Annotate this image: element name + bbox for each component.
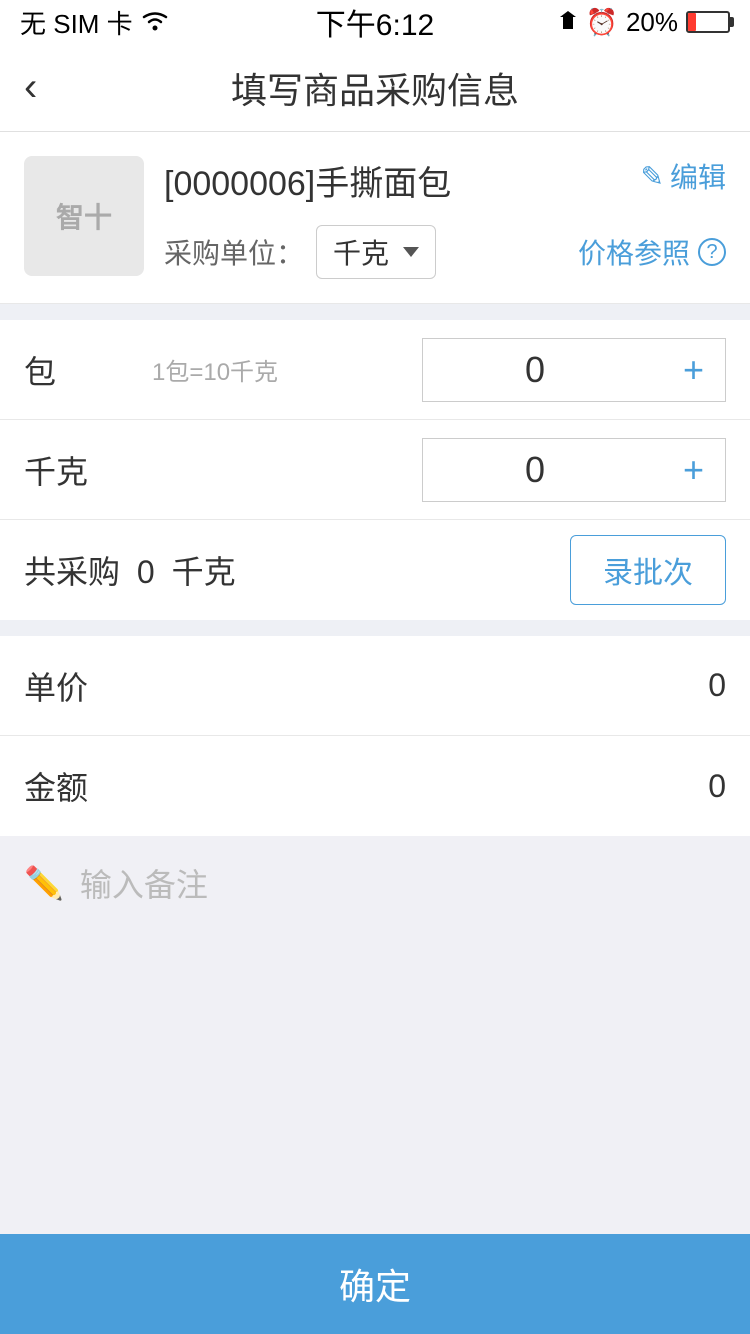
amount-row: 金额 0 — [0, 736, 750, 836]
remark-placeholder: 输入备注 — [80, 860, 208, 906]
edit-icon: ✎ — [641, 160, 664, 193]
separator-1 — [0, 304, 750, 320]
bag-sublabel: 1包=10千克 — [152, 352, 278, 387]
status-bar-left: 无 SIM 卡 — [20, 4, 169, 41]
bag-input-row: 包 1包=10千克 + — [0, 320, 750, 420]
total-value: 0 — [137, 554, 155, 590]
unit-select[interactable]: 千克 — [316, 225, 436, 279]
content-area — [0, 930, 750, 1230]
bag-plus-button[interactable]: + — [662, 338, 726, 402]
kg-plus-button[interactable]: + — [662, 438, 726, 502]
battery-percent: 20% — [626, 7, 678, 38]
product-header: [0000006]手撕面包 ✎ 编辑 — [164, 156, 726, 205]
bag-label: 包 — [24, 347, 144, 393]
kg-label: 千克 — [24, 447, 144, 493]
total-label: 共采购 0 千克 — [24, 547, 236, 593]
bag-quantity-input[interactable] — [422, 338, 662, 402]
status-bar-time: 下午6:12 — [316, 0, 434, 44]
unit-price-label: 单价 — [24, 663, 88, 709]
amount-label: 金额 — [24, 763, 88, 809]
status-bar: 无 SIM 卡 下午6:12 ⏰ 20% — [0, 0, 750, 44]
product-name: [0000006]手撕面包 — [164, 156, 641, 205]
edit-button[interactable]: ✎ 编辑 — [641, 156, 726, 196]
total-row: 共采购 0 千克 录批次 — [0, 520, 750, 620]
battery-icon — [686, 11, 730, 33]
unit-price-value: 0 — [708, 667, 726, 704]
product-info: [0000006]手撕面包 ✎ 编辑 采购单位： 千克 价格参照 ? — [164, 156, 726, 279]
back-button[interactable]: ‹ — [24, 65, 37, 110]
pencil-icon: ✏️ — [24, 864, 64, 902]
unit-price-row: 单价 0 — [0, 636, 750, 736]
wifi-icon — [141, 7, 169, 38]
product-card: 智十 [0000006]手撕面包 ✎ 编辑 采购单位： 千克 价格参照 ? — [0, 132, 750, 304]
bag-input-controls: + — [422, 338, 726, 402]
chevron-down-icon — [403, 247, 419, 257]
kg-quantity-input[interactable] — [422, 438, 662, 502]
status-bar-right: ⏰ 20% — [558, 7, 730, 38]
price-section: 单价 0 金额 0 — [0, 636, 750, 836]
input-section: 包 1包=10千克 + 千克 + — [0, 320, 750, 520]
help-icon: ? — [698, 238, 726, 266]
separator-2 — [0, 620, 750, 636]
page-title: 填写商品采购信息 — [231, 62, 519, 114]
unit-selector-group: 采购单位： 千克 — [164, 225, 436, 279]
nav-bar: ‹ 填写商品采购信息 — [0, 44, 750, 132]
unit-label: 采购单位： — [164, 232, 304, 272]
confirm-button[interactable]: 确定 — [0, 1234, 750, 1334]
kg-input-row: 千克 + — [0, 420, 750, 520]
location-icon — [558, 7, 578, 38]
price-reference-button[interactable]: 价格参照 ? — [578, 232, 726, 272]
amount-value: 0 — [708, 768, 726, 805]
product-logo-text: 智十 — [56, 196, 112, 236]
remark-section[interactable]: ✏️ 输入备注 — [0, 836, 750, 930]
product-unit-row: 采购单位： 千克 价格参照 ? — [164, 225, 726, 279]
kg-input-controls: + — [422, 438, 726, 502]
product-image: 智十 — [24, 156, 144, 276]
alarm-icon: ⏰ — [586, 7, 618, 38]
carrier-text: 无 SIM 卡 — [20, 4, 133, 41]
batch-button[interactable]: 录批次 — [570, 535, 726, 605]
